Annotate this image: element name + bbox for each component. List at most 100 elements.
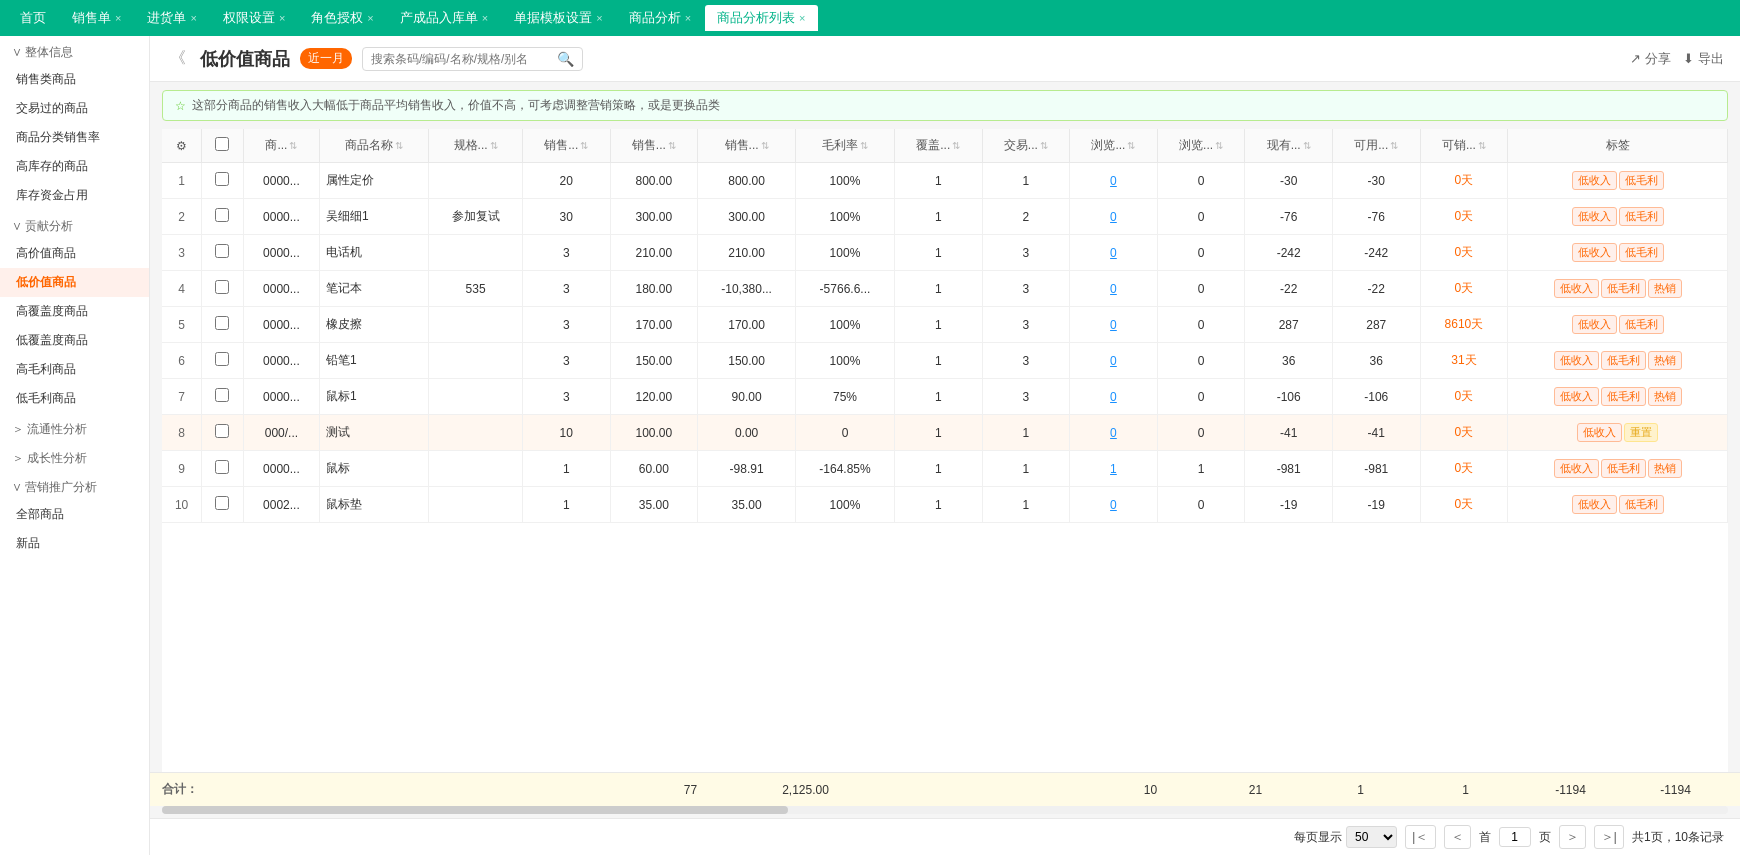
row-col8: 100% (796, 199, 895, 235)
close-icon[interactable]: × (799, 12, 805, 24)
sidebar-item-low-value[interactable]: 低价值商品 (0, 268, 149, 297)
row-name[interactable]: 笔记本 (320, 271, 429, 307)
last-page-button[interactable]: ＞| (1594, 825, 1624, 849)
browse-link[interactable]: 0 (1110, 426, 1117, 440)
sidebar-item-traded-goods[interactable]: 交易过的商品 (0, 94, 149, 123)
row-name[interactable]: 吴细细1 (320, 199, 429, 235)
export-button[interactable]: ⬇ 导出 (1683, 50, 1724, 68)
nav-product-analysis-list[interactable]: 商品分析列表 × (705, 5, 817, 31)
nav-product-analysis[interactable]: 商品分析 × (617, 5, 703, 31)
sidebar-item-low-coverage[interactable]: 低覆盖度商品 (0, 326, 149, 355)
browse-link[interactable]: 0 (1110, 318, 1117, 332)
next-page-button[interactable]: ＞ (1559, 825, 1586, 849)
row-checkbox[interactable] (202, 343, 243, 379)
current-page-input[interactable] (1499, 827, 1531, 847)
browse-link[interactable]: 0 (1110, 354, 1117, 368)
row-num: 1 (162, 163, 202, 199)
row-checkbox[interactable] (202, 415, 243, 451)
sidebar-item-inventory-capital[interactable]: 库存资金占用 (0, 181, 149, 210)
row-name[interactable]: 铅笔1 (320, 343, 429, 379)
row-checkbox[interactable] (202, 379, 243, 415)
row-select-checkbox[interactable] (215, 172, 229, 186)
prev-page-button[interactable]: ＜ (1444, 825, 1471, 849)
row-col7: 170.00 (698, 307, 796, 343)
browse-link[interactable]: 0 (1110, 282, 1117, 296)
close-icon[interactable]: × (115, 12, 121, 24)
nav-role-auth[interactable]: 角色授权 × (299, 5, 385, 31)
search-icon[interactable]: 🔍 (557, 51, 574, 67)
select-all-checkbox[interactable] (215, 137, 229, 151)
sidebar-group-marketing[interactable]: ∨ 营销推广分析 (0, 471, 149, 500)
nav-purchase-order[interactable]: 进货单 × (135, 5, 208, 31)
share-button[interactable]: ↗ 分享 (1630, 50, 1671, 68)
sidebar-item-low-profit[interactable]: 低毛利商品 (0, 384, 149, 413)
browse-link[interactable]: 0 (1110, 174, 1117, 188)
th-checkbox[interactable] (202, 129, 243, 163)
row-select-checkbox[interactable] (215, 388, 229, 402)
row-name[interactable]: 鼠标垫 (320, 487, 429, 523)
row-checkbox[interactable] (202, 307, 243, 343)
sidebar-item-category-sales-rate[interactable]: 商品分类销售率 (0, 123, 149, 152)
close-icon[interactable]: × (279, 12, 285, 24)
row-checkbox[interactable] (202, 199, 243, 235)
table-row: 3 0000... 电话机 3 210.00 210.00 100% 1 3 0… (162, 235, 1728, 271)
row-checkbox[interactable] (202, 163, 243, 199)
row-select-checkbox[interactable] (215, 208, 229, 222)
sidebar-group-overview[interactable]: ∨ 整体信息 (0, 36, 149, 65)
row-checkbox[interactable] (202, 271, 243, 307)
sidebar-group-contribution[interactable]: ∨ 贡献分析 (0, 210, 149, 239)
row-select-checkbox[interactable] (215, 316, 229, 330)
sidebar-item-high-profit[interactable]: 高毛利商品 (0, 355, 149, 384)
th-name: 商品名称⇅ (320, 129, 429, 163)
sidebar-item-new-goods[interactable]: 新品 (0, 529, 149, 558)
browse-link[interactable]: 0 (1110, 390, 1117, 404)
sidebar-item-high-coverage[interactable]: 高覆盖度商品 (0, 297, 149, 326)
row-select-checkbox[interactable] (215, 352, 229, 366)
sidebar-group-circulation[interactable]: ＞ 流通性分析 (0, 413, 149, 442)
row-select-checkbox[interactable] (215, 496, 229, 510)
row-checkbox[interactable] (202, 451, 243, 487)
browse-link[interactable]: 0 (1110, 246, 1117, 260)
row-checkbox[interactable] (202, 235, 243, 271)
sidebar-item-all-goods[interactable]: 全部商品 (0, 500, 149, 529)
collapse-sidebar-button[interactable]: 《 (166, 46, 190, 71)
per-page-select[interactable]: 50 100 200 (1346, 826, 1397, 848)
row-col5: 3 (522, 271, 610, 307)
horizontal-scrollbar[interactable] (162, 806, 1728, 814)
sidebar-item-high-inventory[interactable]: 高库存的商品 (0, 152, 149, 181)
sidebar-group-growth[interactable]: ＞ 成长性分析 (0, 442, 149, 471)
row-name[interactable]: 鼠标 (320, 451, 429, 487)
row-select-checkbox[interactable] (215, 460, 229, 474)
nav-sales-order[interactable]: 销售单 × (60, 5, 133, 31)
close-icon[interactable]: × (367, 12, 373, 24)
browse-link[interactable]: 1 (1110, 462, 1117, 476)
row-name[interactable]: 测试 (320, 415, 429, 451)
browse-link[interactable]: 0 (1110, 210, 1117, 224)
filter-tag[interactable]: 近一月 (300, 48, 352, 69)
nav-doc-template[interactable]: 单据模板设置 × (502, 5, 614, 31)
row-checkbox[interactable] (202, 487, 243, 523)
nav-home[interactable]: 首页 (8, 5, 58, 31)
close-icon[interactable]: × (482, 12, 488, 24)
sidebar-item-sales-goods[interactable]: 销售类商品 (0, 65, 149, 94)
row-name[interactable]: 电话机 (320, 235, 429, 271)
close-icon[interactable]: × (596, 12, 602, 24)
sidebar-item-high-value[interactable]: 高价值商品 (0, 239, 149, 268)
close-icon[interactable]: × (190, 12, 196, 24)
nav-product-inbound[interactable]: 产成品入库单 × (388, 5, 500, 31)
first-page-button[interactable]: |＜ (1405, 825, 1435, 849)
row-name[interactable]: 橡皮擦 (320, 307, 429, 343)
scrollbar-thumb[interactable] (162, 806, 788, 814)
search-input[interactable] (371, 52, 551, 66)
browse-link[interactable]: 0 (1110, 498, 1117, 512)
row-name[interactable]: 鼠标1 (320, 379, 429, 415)
row-select-checkbox[interactable] (215, 280, 229, 294)
nav-permission[interactable]: 权限设置 × (211, 5, 297, 31)
row-select-checkbox[interactable] (215, 244, 229, 258)
row-name[interactable]: 属性定价 (320, 163, 429, 199)
th-settings[interactable]: ⚙ (162, 129, 202, 163)
row-select-checkbox[interactable] (215, 424, 229, 438)
row-col9: 1 (894, 415, 982, 451)
close-icon[interactable]: × (685, 12, 691, 24)
tag-badge: 低收入 (1554, 279, 1599, 298)
